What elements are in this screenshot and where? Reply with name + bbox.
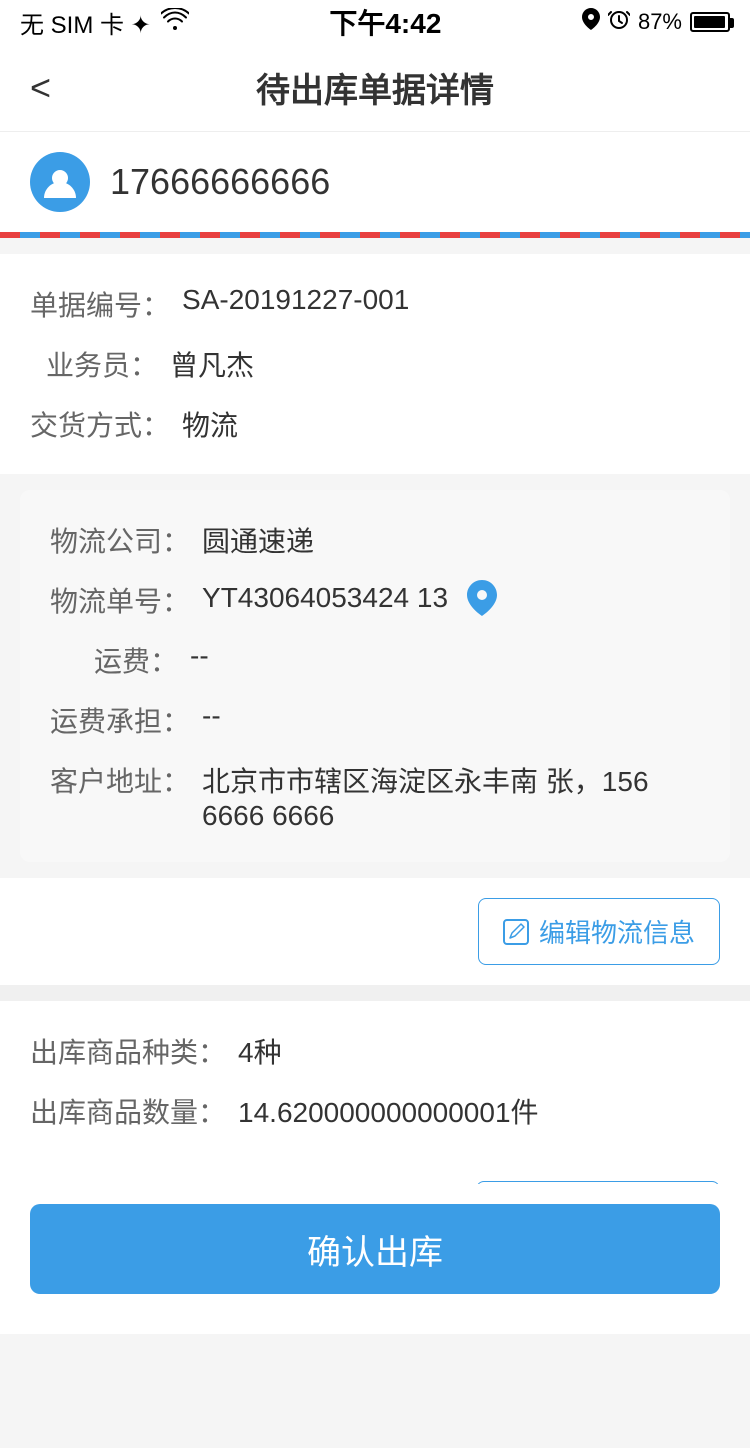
staff-label: 业务员： [30, 344, 170, 384]
logistics-freight-bearer-value: -- [202, 700, 700, 732]
status-right: 87% [582, 8, 730, 36]
goods-quantity-row: 出库商品数量： 14.620000000000001件 [30, 1091, 720, 1131]
tracking-location-icon[interactable] [464, 580, 500, 616]
edit-icon [503, 919, 529, 945]
nav-bar: < 待出库单据详情 [0, 44, 750, 132]
document-number-row: 单据编号： SA-20191227-001 [30, 284, 720, 324]
sim-text: 无 SIM 卡 ✦ [20, 5, 151, 40]
wifi-icon [161, 8, 189, 37]
user-phone: 17666666666 [110, 161, 330, 203]
battery-percentage: 87% [638, 9, 682, 35]
logistics-company-label: 物流公司： [50, 520, 202, 560]
logistics-company-row: 物流公司： 圆通速递 [50, 520, 700, 560]
document-number-value: SA-20191227-001 [182, 284, 720, 316]
logistics-freight-bearer-row: 运费承担： -- [50, 700, 700, 740]
goods-types-row: 出库商品种类： 4种 [30, 1031, 720, 1071]
status-left: 无 SIM 卡 ✦ [20, 5, 189, 40]
edit-btn-row: 编辑物流信息 [0, 878, 750, 985]
alarm-icon [608, 8, 630, 36]
user-header: 17666666666 [0, 132, 750, 232]
logistics-freight-row: 运费： -- [50, 640, 700, 680]
status-time: 下午4:42 [329, 2, 441, 42]
logistics-company-value: 圆通速递 [202, 520, 700, 560]
goods-section: 出库商品种类： 4种 出库商品数量： 14.620000000000001件 [0, 1001, 750, 1161]
goods-types-label: 出库商品种类： [30, 1031, 238, 1071]
goods-quantity-value: 14.620000000000001件 [238, 1091, 720, 1131]
dashed-divider [0, 232, 750, 238]
goods-types-value: 4种 [238, 1031, 720, 1071]
section-separator [0, 985, 750, 1001]
location-status-icon [582, 8, 600, 36]
logistics-tracking-label: 物流单号： [50, 580, 202, 620]
logistics-freight-bearer-label: 运费承担： [50, 700, 202, 740]
page-title: 待出库单据详情 [256, 63, 494, 112]
confirm-outbound-button[interactable]: 确认出库 [30, 1204, 720, 1294]
logistics-address-value: 北京市市辖区海淀区永丰南 张，156 6666 6666 [202, 760, 700, 832]
status-bar: 无 SIM 卡 ✦ 下午4:42 87% [0, 0, 750, 44]
logistics-address-row: 客户地址： 北京市市辖区海淀区永丰南 张，156 6666 6666 [50, 760, 700, 832]
goods-quantity-label: 出库商品数量： [30, 1091, 238, 1131]
user-avatar [30, 152, 90, 212]
logistics-tracking-value: YT43064053424 13 [202, 580, 700, 616]
confirm-btn-container: 确认出库 [0, 1184, 750, 1334]
edit-logistics-button[interactable]: 编辑物流信息 [478, 898, 720, 965]
staff-row: 业务员： 曾凡杰 [30, 344, 720, 384]
delivery-value: 物流 [182, 404, 720, 444]
back-button[interactable]: < [30, 67, 51, 109]
document-number-label: 单据编号： [30, 284, 182, 324]
logistics-freight-value: -- [190, 640, 700, 672]
staff-value: 曾凡杰 [170, 344, 720, 384]
logistics-tracking-row: 物流单号： YT43064053424 13 [50, 580, 700, 620]
battery-icon [690, 12, 730, 32]
logistics-address-label: 客户地址： [50, 760, 202, 800]
document-info-section: 单据编号： SA-20191227-001 业务员： 曾凡杰 交货方式： 物流 [0, 254, 750, 474]
delivery-row: 交货方式： 物流 [30, 404, 720, 444]
delivery-label: 交货方式： [30, 404, 182, 444]
logistics-freight-label: 运费： [50, 640, 190, 680]
logistics-card: 物流公司： 圆通速递 物流单号： YT43064053424 13 运费： --… [20, 490, 730, 862]
